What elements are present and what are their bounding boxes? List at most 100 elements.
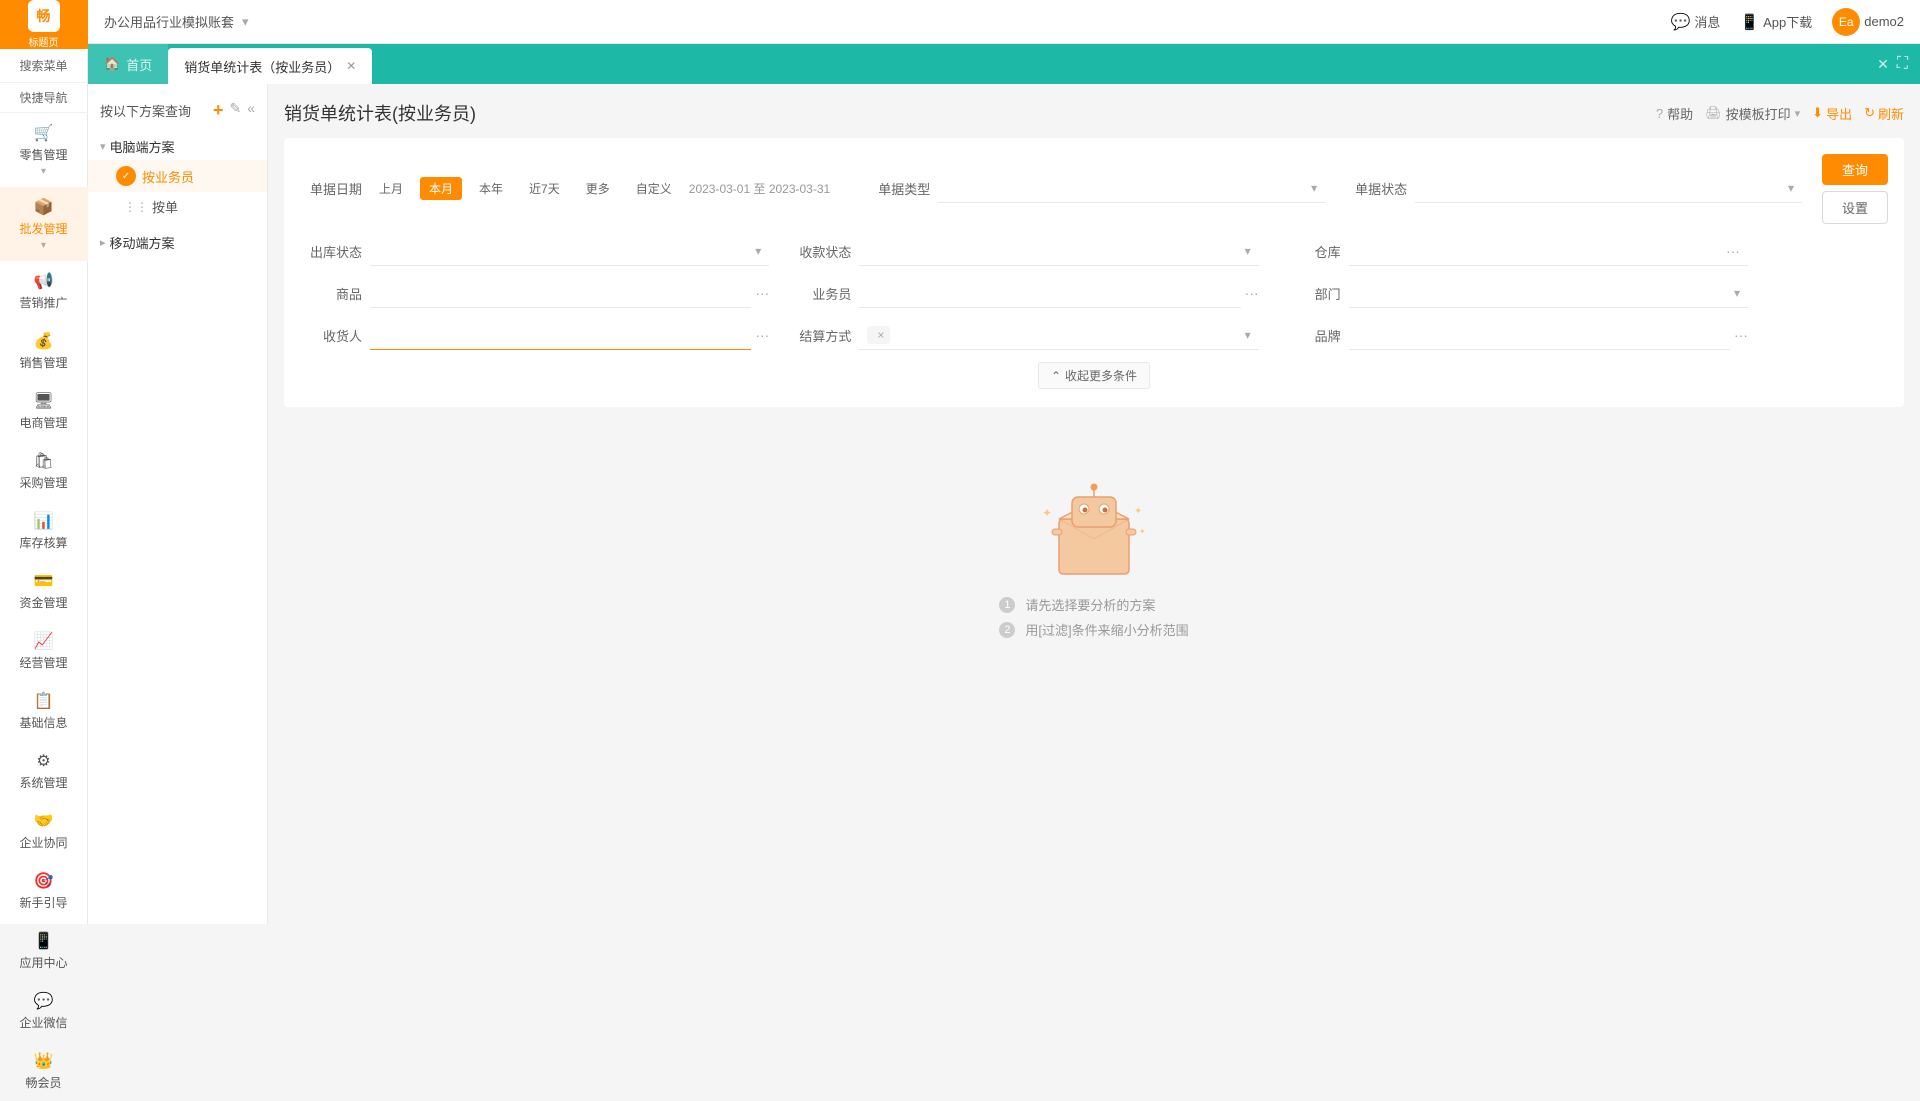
scheme-item-by-order[interactable]: ⋮⋮ 按单 xyxy=(88,192,267,221)
mobile-group-arrow: ▸ xyxy=(100,236,106,249)
scheme-edit-btn[interactable]: ✎ xyxy=(229,100,241,121)
consignee-dots[interactable]: ··· xyxy=(755,327,769,343)
page-actions: ? 帮助 🖨 按模板打印 ▾ ⬇ 导出 ↻ xyxy=(1656,104,1904,123)
page-header: 销货单统计表(按业务员) ? 帮助 🖨 按模板打印 ▾ ⬇ xyxy=(284,100,1904,126)
svg-text:✦: ✦ xyxy=(1134,506,1142,517)
date-label: 单据日期 xyxy=(300,179,370,198)
scheme-by-order-label: 按单 xyxy=(152,197,178,216)
collapse-label: 收起更多条件 xyxy=(1065,367,1137,384)
date-btn-this-year[interactable]: 本年 xyxy=(470,177,512,200)
sidebar-item-newuser[interactable]: 🎯 新手引导 xyxy=(0,861,88,921)
help-icon: ? xyxy=(1656,106,1663,121)
filter-row-3: 商品 ··· 业务员 ··· 部门 xyxy=(300,278,1888,308)
breadcrumb-arrow[interactable]: ▾ xyxy=(242,14,249,30)
payment-status-select[interactable]: ▾ xyxy=(859,236,1258,266)
sidebar-item-wholesale[interactable]: 📦 批发管理 ▾ xyxy=(0,187,88,261)
scheme-add-btn[interactable]: + xyxy=(213,100,224,121)
doc-status-select[interactable]: ▾ xyxy=(1415,173,1802,203)
scheme-group-pc-header[interactable]: ▾ 电脑端方案 xyxy=(88,133,267,160)
message-icon: 💬 xyxy=(1670,12,1690,32)
tab-bar-actions: ✕ ⛶ xyxy=(1877,55,1920,73)
filter-row-4: 收货人 ··· 结算方式 × ▾ xyxy=(300,320,1888,350)
sidebar-item-finance[interactable]: 💳 资金管理 xyxy=(0,561,88,621)
scheme-collapse-btn[interactable]: « xyxy=(247,100,255,121)
tab-close-btn[interactable]: ✕ xyxy=(346,59,356,73)
scheme-group-pc: ▾ 电脑端方案 ✓ 按业务员 ⋮⋮ 按单 xyxy=(88,129,267,225)
sidebar-item-enterprise[interactable]: 🤝 企业协同 xyxy=(0,801,88,861)
sidebar-item-basic[interactable]: 📋 基础信息 xyxy=(0,681,88,741)
consignee-input[interactable] xyxy=(370,320,751,350)
staff-input[interactable] xyxy=(859,278,1240,308)
setting-button[interactable]: 设置 xyxy=(1822,191,1888,224)
logo-subtitle: 标题页 xyxy=(29,34,59,49)
empty-hint-2: 用[过滤]条件来缩小分析范围 xyxy=(1025,620,1188,639)
goods-input[interactable] xyxy=(370,278,751,308)
appcenter-icon: 📱 xyxy=(34,931,54,951)
out-status-select[interactable]: ▾ xyxy=(370,236,769,266)
svg-text:✦: ✦ xyxy=(1042,506,1052,520)
sidebar-item-appcenter[interactable]: 📱 应用中心 xyxy=(0,921,88,981)
goods-label: 商品 xyxy=(300,284,370,303)
warehouse-label: 仓库 xyxy=(1279,242,1349,261)
enterprise-icon: 🤝 xyxy=(34,811,54,831)
scheme-item-by-staff[interactable]: ✓ 按业务员 xyxy=(88,160,267,192)
scheme-group-mobile-header[interactable]: ▸ 移动端方案 xyxy=(88,229,267,256)
sidebar-item-wechat[interactable]: 💬 企业微信 xyxy=(0,981,88,1041)
date-btn-custom[interactable]: 自定义 xyxy=(627,177,681,200)
search-menu[interactable]: 搜索菜单 xyxy=(0,49,88,83)
empty-hint-1: 请先选择要分析的方案 xyxy=(1025,595,1155,614)
date-btn-7days[interactable]: 近7天 xyxy=(520,177,569,200)
tab-home[interactable]: 🏠 首页 xyxy=(88,44,168,84)
help-btn[interactable]: ? 帮助 xyxy=(1656,104,1693,123)
sales-icon: 💰 xyxy=(34,331,54,351)
quick-nav[interactable]: 快捷导航 xyxy=(0,83,88,113)
tab-expand-btn[interactable]: ⛶ xyxy=(1897,55,1908,73)
export-btn[interactable]: ⬇ 导出 xyxy=(1812,104,1852,123)
staff-dots[interactable]: ··· xyxy=(1245,285,1259,301)
wechat-icon: 💬 xyxy=(34,991,54,1011)
warehouse-dots[interactable]: ··· xyxy=(1726,243,1740,259)
collapse-btn[interactable]: ⌃ 收起更多条件 xyxy=(1038,362,1150,389)
sidebar-item-retail[interactable]: 🛒 零售管理 ▾ xyxy=(0,113,88,187)
dept-select[interactable]: ▾ xyxy=(1349,278,1748,308)
doc-type-select[interactable]: ▾ xyxy=(938,173,1325,203)
payment-status-label: 收款状态 xyxy=(789,242,859,261)
date-btn-prev-month[interactable]: 上月 xyxy=(370,177,412,200)
tab-sales-stat[interactable]: 销货单统计表（按业务员） ✕ xyxy=(168,48,372,84)
sidebar-item-sales[interactable]: 💰 销售管理 xyxy=(0,321,88,381)
scheme-panel-header: 按以下方案查询 + ✎ « xyxy=(88,92,267,129)
user-profile[interactable]: Ea demo2 xyxy=(1832,8,1904,36)
warehouse-select[interactable]: ··· xyxy=(1349,236,1748,266)
settlement-select[interactable]: × ▾ xyxy=(859,320,1258,350)
app-download-btn[interactable]: 📱 App下载 xyxy=(1740,12,1812,31)
scheme-by-staff-label: 按业务员 xyxy=(142,167,194,186)
message-btn[interactable]: 💬 消息 xyxy=(1670,12,1720,32)
sidebar-item-marketing[interactable]: 📢 营销推广 xyxy=(0,261,88,321)
settlement-clear-btn[interactable]: × xyxy=(877,328,884,342)
sidebar-item-purchase[interactable]: 🛍 采购管理 xyxy=(0,441,88,501)
print-btn[interactable]: 🖨 按模板打印 ▾ xyxy=(1705,104,1800,123)
brand-input[interactable] xyxy=(1349,320,1730,350)
sidebar-item-member[interactable]: 👑 畅会员 xyxy=(0,1041,88,1101)
refresh-btn[interactable]: ↻ 刷新 xyxy=(1864,104,1904,123)
finance-icon: 💳 xyxy=(34,571,54,591)
export-icon: ⬇ xyxy=(1812,105,1823,121)
brand-dots[interactable]: ··· xyxy=(1734,327,1748,343)
purchase-icon: 🛍 xyxy=(33,451,53,471)
svg-text:✦: ✦ xyxy=(1139,527,1146,536)
collapse-icon: ⌃ xyxy=(1051,369,1061,383)
tab-close-all-btn[interactable]: ✕ xyxy=(1877,56,1889,73)
wholesale-arrow: ▾ xyxy=(41,240,46,251)
query-button[interactable]: 查询 xyxy=(1822,154,1888,185)
goods-dots[interactable]: ··· xyxy=(755,285,769,301)
member-icon: 👑 xyxy=(34,1051,54,1071)
sidebar-item-operations[interactable]: 📈 经营管理 xyxy=(0,621,88,681)
date-btn-more[interactable]: 更多 xyxy=(577,177,619,200)
breadcrumb-text: 办公用品行业模拟账套 xyxy=(104,12,234,31)
sidebar-item-ecommerce[interactable]: 🖥 电商管理 xyxy=(0,381,88,441)
sidebar-item-inventory[interactable]: 📊 库存核算 xyxy=(0,501,88,561)
sidebar-item-system[interactable]: ⚙ 系统管理 xyxy=(0,741,88,801)
empty-num-1: 1 xyxy=(999,597,1015,613)
date-btn-this-month[interactable]: 本月 xyxy=(420,177,462,200)
tab-bar: 🏠 首页 销货单统计表（按业务员） ✕ ✕ ⛶ xyxy=(88,44,1920,84)
